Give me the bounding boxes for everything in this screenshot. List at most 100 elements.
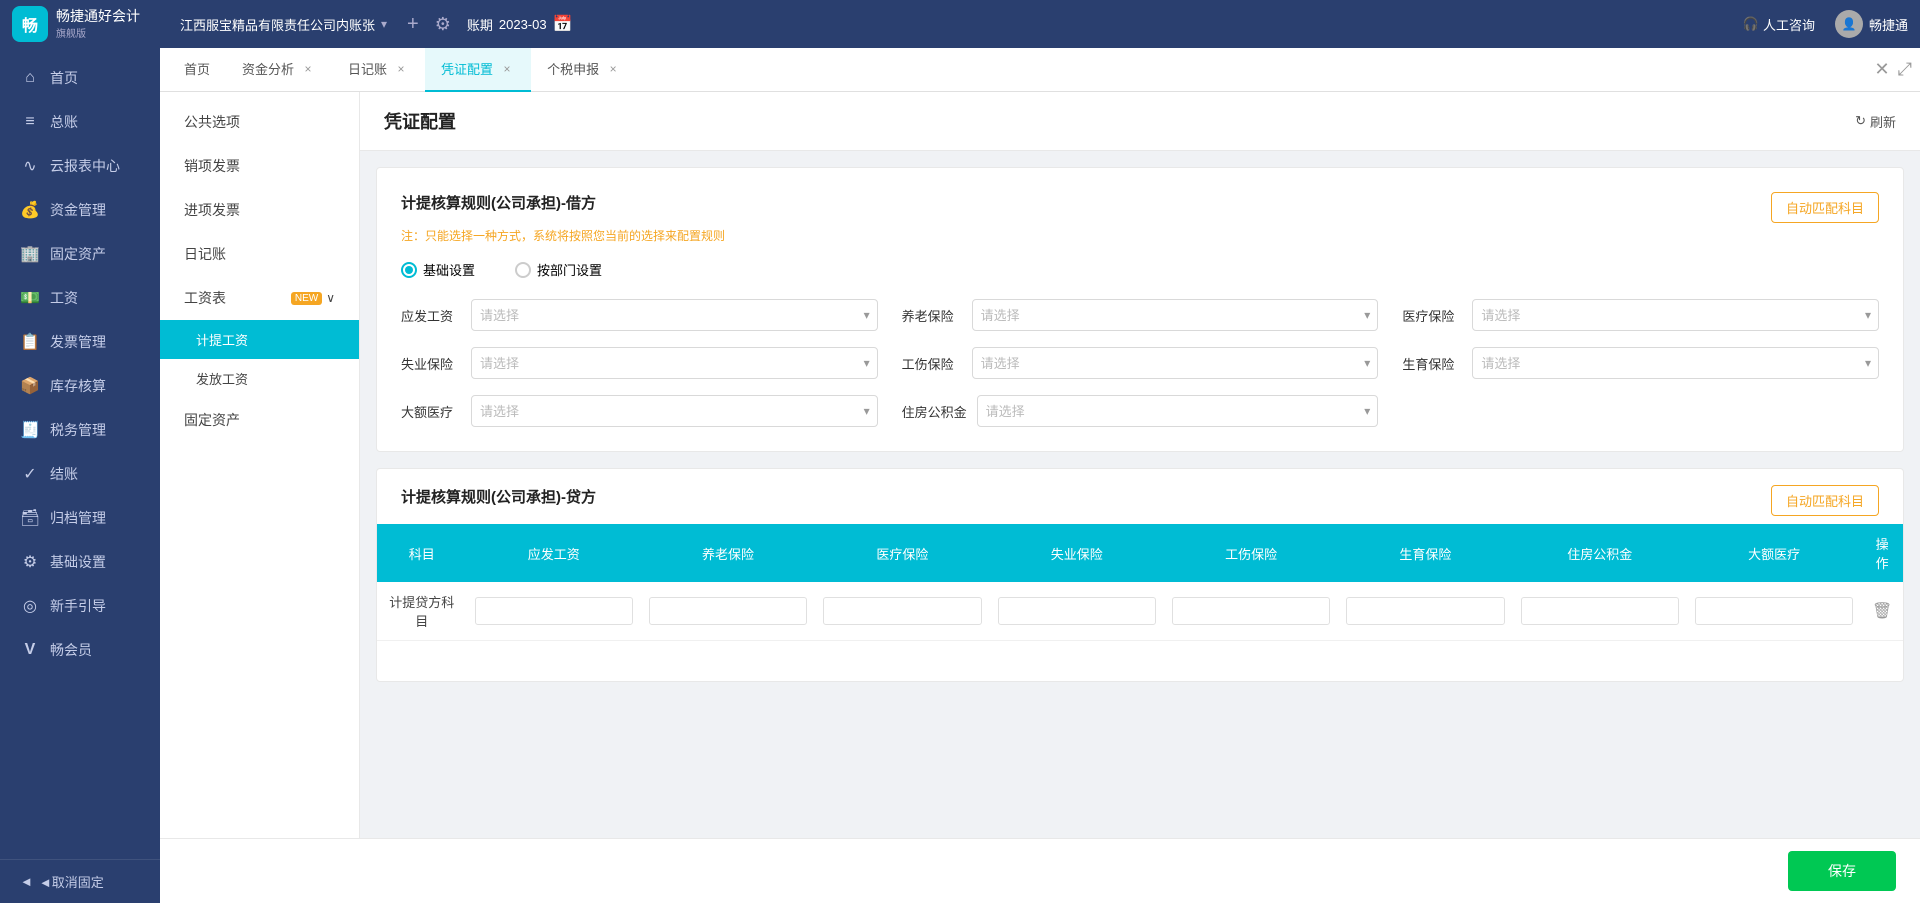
sidebar-label-closing: 结账 [50, 464, 78, 484]
add-icon[interactable]: + [407, 13, 419, 36]
debit-auto-match-btn[interactable]: 自动匹配科目 [1771, 192, 1879, 223]
credit-auto-match-btn[interactable]: 自动匹配科目 [1771, 485, 1879, 516]
debit-section: 计提核算规则(公司承担)-借方 自动匹配科目 注：只能选择一种方式，系统将按照您… [376, 167, 1904, 452]
fixed-assets-icon: 🏢 [20, 244, 40, 264]
input-dayl[interactable] [1695, 597, 1853, 625]
tab-home[interactable]: 首页 [168, 48, 226, 92]
select-sybx[interactable]: 请选择 [471, 347, 878, 379]
settings-icon[interactable]: ⚙ [435, 14, 451, 35]
tab-close-icon[interactable]: ✕ [1875, 59, 1890, 80]
tab-tax-return[interactable]: 个税申报 × [531, 48, 637, 92]
radio-basic[interactable]: 基础设置 [401, 260, 475, 279]
sidebar-item-fixed-assets[interactable]: 🏢 固定资产 [0, 232, 160, 276]
td-dayl[interactable] [1687, 582, 1861, 641]
tab-diary[interactable]: 日记账 × [332, 48, 425, 92]
sidebar-item-home[interactable]: ⌂ 首页 [0, 56, 160, 100]
sidebar-item-settings[interactable]: ⚙ 基础设置 [0, 540, 160, 584]
td-sybx2[interactable] [1338, 582, 1512, 641]
left-nav-payroll-table[interactable]: 工资表 NEW ∨ [160, 276, 359, 320]
td-gsbx[interactable] [1164, 582, 1338, 641]
th-kemu: 科目 [377, 524, 467, 582]
sidebar-item-reports[interactable]: ∿ 云报表中心 [0, 144, 160, 188]
cancel-pin-btn[interactable]: ◄ ◄取消固定 [0, 859, 160, 903]
sidebar-item-payroll[interactable]: 💵 工资 [0, 276, 160, 320]
input-gsbx[interactable] [1172, 597, 1330, 625]
sidebar-item-ledger[interactable]: ≡ 总账 [0, 100, 160, 144]
label-zfgjj: 住房公积金 [902, 402, 967, 421]
td-zfgjj[interactable] [1513, 582, 1687, 641]
input-zfgjj[interactable] [1521, 597, 1679, 625]
sidebar-item-funds[interactable]: 💰 资金管理 [0, 188, 160, 232]
tab-fund-analysis-close[interactable]: × [300, 61, 316, 77]
sidebar-label-settings: 基础设置 [50, 552, 106, 572]
tab-bar: 首页 资金分析 × 日记账 × 凭证配置 × 个税申报 × ✕ ⤢ [160, 48, 1920, 92]
left-nav-sales-invoice[interactable]: 销项发票 [160, 144, 359, 188]
sidebar: ⌂ 首页 ≡ 总账 ∿ 云报表中心 💰 资金管理 🏢 固定资产 💵 工资 📋 发… [0, 48, 160, 903]
sidebar-item-invoice[interactable]: 📋 发票管理 [0, 320, 160, 364]
tab-voucher-config-close[interactable]: × [499, 61, 515, 77]
input-sybx2[interactable] [1346, 597, 1504, 625]
company-selector[interactable]: 江西服宝精品有限责任公司内账张 ▾ [180, 15, 387, 34]
th-zfgjj: 住房公积金 [1513, 524, 1687, 582]
refresh-btn[interactable]: ↻ 刷新 [1855, 112, 1896, 131]
select-sybx2[interactable]: 请选择 [1472, 347, 1879, 379]
input-sybx[interactable] [998, 597, 1156, 625]
tab-diary-close[interactable]: × [393, 61, 409, 77]
left-nav-fixed-assets[interactable]: 固定资产 [160, 398, 359, 442]
left-nav-purchase-invoice[interactable]: 进项发票 [160, 188, 359, 232]
sidebar-label-tax: 税务管理 [50, 420, 106, 440]
user-btn[interactable]: 👤 畅捷通 [1835, 10, 1908, 38]
sidebar-item-guide[interactable]: ◎ 新手引导 [0, 584, 160, 628]
field-gsbx: 工伤保险 请选择 [902, 347, 1379, 379]
sidebar-item-closing[interactable]: ✓ 结账 [0, 452, 160, 496]
select-zfgjj[interactable]: 请选择 [977, 395, 1379, 427]
sidebar-item-vip[interactable]: V 畅会员 [0, 628, 160, 672]
th-yfgz: 应发工资 [467, 524, 641, 582]
sidebar-label-vip: 畅会员 [50, 640, 92, 660]
td-yfgz[interactable] [467, 582, 641, 641]
td-op[interactable]: 🗑 [1861, 582, 1903, 641]
tab-voucher-config-label: 凭证配置 [441, 59, 493, 78]
sidebar-item-tax[interactable]: 🧾 税务管理 [0, 408, 160, 452]
radio-department[interactable]: 按部门设置 [515, 260, 602, 279]
left-nav-pay[interactable]: 发放工资 [160, 359, 359, 398]
select-dayl[interactable]: 请选择 [471, 395, 878, 427]
label-gsbx: 工伤保险 [902, 354, 962, 373]
radio-group: 基础设置 按部门设置 [401, 260, 1879, 279]
input-ylbx2[interactable] [823, 597, 981, 625]
tab-voucher-config[interactable]: 凭证配置 × [425, 48, 531, 92]
save-button[interactable]: 保存 [1788, 851, 1896, 891]
left-nav-diary[interactable]: 日记账 [160, 232, 359, 276]
select-gsbx-wrapper: 请选择 [972, 347, 1379, 379]
tab-fund-analysis[interactable]: 资金分析 × [226, 48, 332, 92]
period-value: 2023-03 [499, 17, 547, 32]
service-btn[interactable]: 🎧 人工咨询 [1743, 15, 1815, 34]
field-ylbx: 养老保险 请选择 [902, 299, 1379, 331]
th-sybx: 失业保险 [990, 524, 1164, 582]
table-header-row: 科目 应发工资 养老保险 医疗保险 失业保险 工伤保险 生育保险 住房公积金 大… [377, 524, 1903, 582]
select-gsbx[interactable]: 请选择 [972, 347, 1379, 379]
cancel-pin-icon: ◄ [20, 874, 33, 889]
td-ylbx[interactable] [641, 582, 815, 641]
td-sybx[interactable] [990, 582, 1164, 641]
calendar-icon[interactable]: 📅 [553, 14, 573, 34]
left-nav-public[interactable]: 公共选项 [160, 100, 359, 144]
input-yfgz[interactable] [475, 597, 633, 625]
tab-expand-icon[interactable]: ⤢ [1898, 59, 1912, 80]
company-name: 江西服宝精品有限责任公司内账张 [180, 15, 375, 34]
td-ylbx2[interactable] [815, 582, 989, 641]
delete-row-btn[interactable]: 🗑 [1872, 603, 1892, 620]
home-icon: ⌂ [20, 69, 40, 87]
select-yfgz[interactable]: 请选择 [471, 299, 878, 331]
sidebar-item-inventory[interactable]: 📦 库存核算 [0, 364, 160, 408]
field-sybx2: 生育保险 请选择 [1402, 347, 1879, 379]
tab-tax-return-close[interactable]: × [605, 61, 621, 77]
select-dayl-wrapper: 请选择 [471, 395, 878, 427]
select-ylbx[interactable]: 请选择 [972, 299, 1379, 331]
left-nav-accrual[interactable]: 计提工资 [160, 320, 359, 359]
select-ylbx2[interactable]: 请选择 [1472, 299, 1879, 331]
input-ylbx[interactable] [649, 597, 807, 625]
sidebar-item-archive[interactable]: 🗃 归档管理 [0, 496, 160, 540]
new-badge: NEW [291, 292, 322, 305]
tab-tax-return-label: 个税申报 [547, 59, 599, 78]
